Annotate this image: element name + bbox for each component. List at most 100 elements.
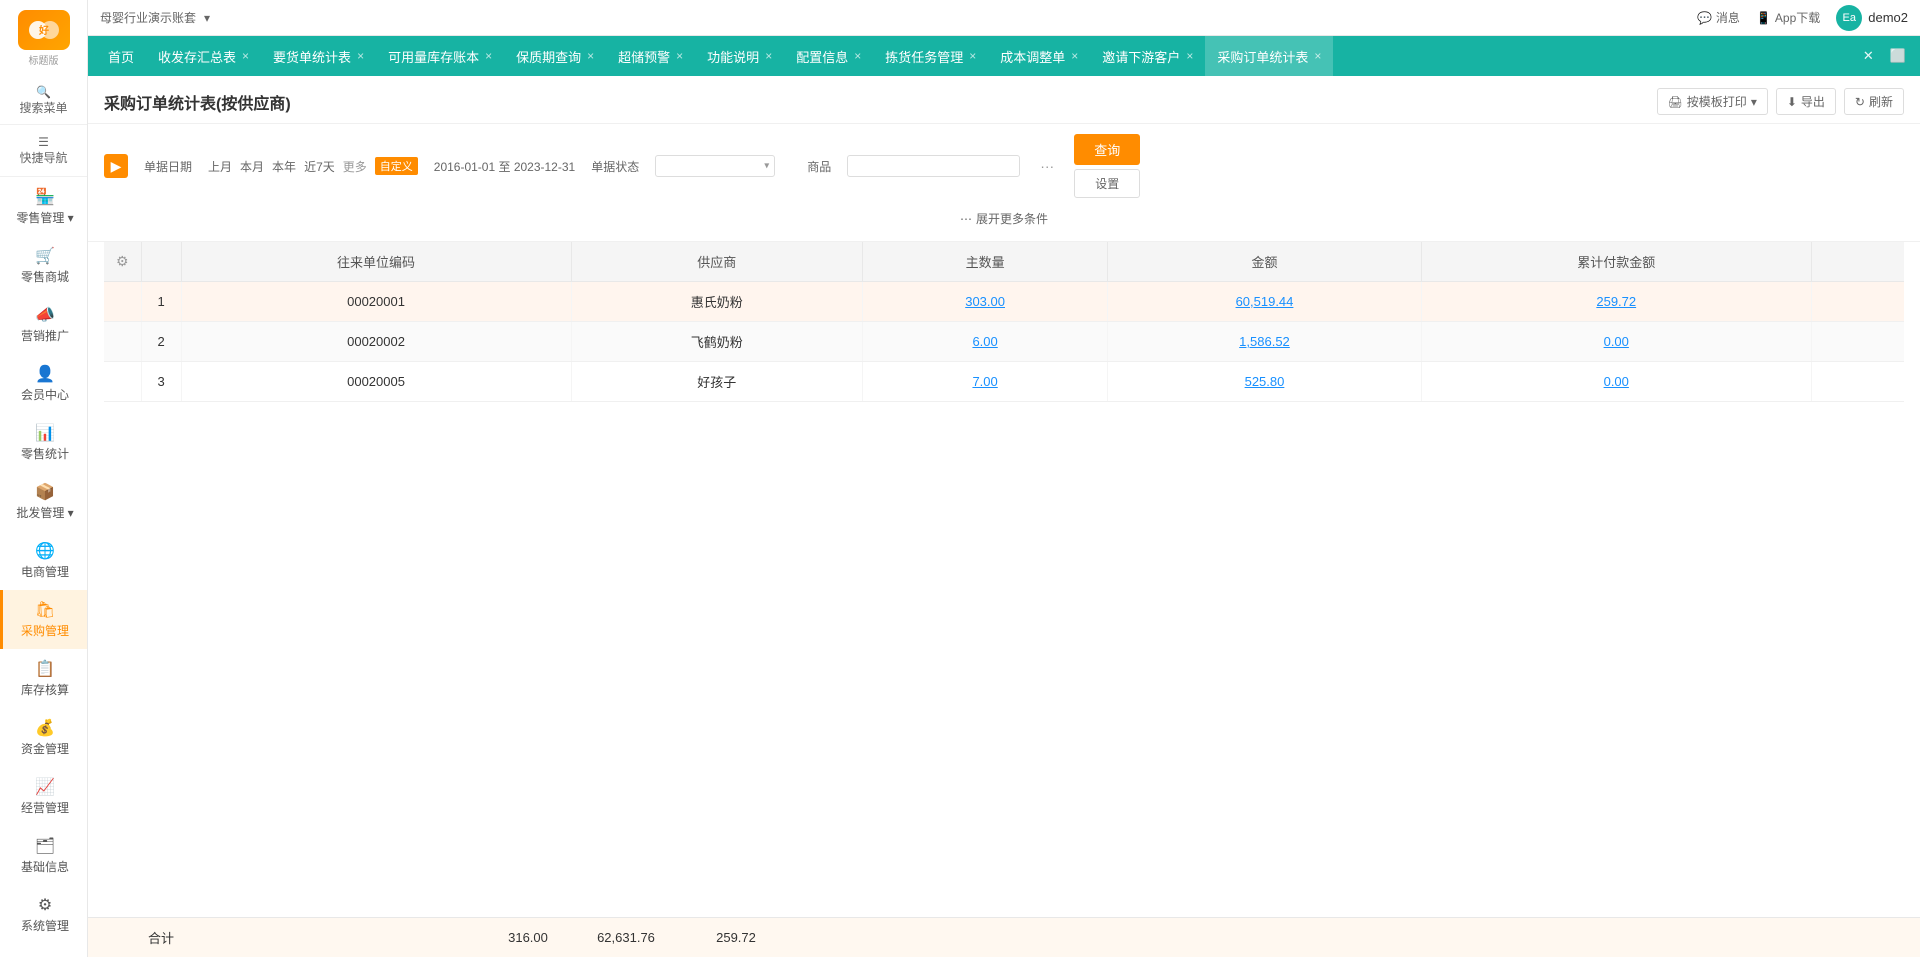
sidebar-item-retail-stats[interactable]: 📊 零售统计 xyxy=(0,413,87,472)
shortcut-this-year[interactable]: 本年 xyxy=(272,158,296,175)
row-supplier-code[interactable]: 00020001 xyxy=(181,282,571,322)
sidebar-item-retail-stats-label: 零售统计 xyxy=(21,445,69,462)
quick-nav-icon: ☰ xyxy=(38,135,49,149)
message-button[interactable]: 💬 消息 xyxy=(1697,9,1740,26)
cost-adjust-close[interactable]: × xyxy=(1071,49,1078,63)
user-avatar: Ea xyxy=(1836,5,1862,31)
table-row: 1 00020001 惠氏奶粉 303.00 60,519.44 259.72 xyxy=(104,282,1904,322)
function-close[interactable]: × xyxy=(765,49,772,63)
sidebar-item-capital[interactable]: 💰 资金管理 xyxy=(0,708,87,767)
purchase-summary-nav-label: 采购订单统计表 xyxy=(1217,47,1308,66)
filter-toggle-button[interactable]: ▶ xyxy=(104,154,128,178)
app-logo[interactable]: 好 标题版 xyxy=(0,0,87,77)
nav-item-receive-summary[interactable]: 收发存汇总表 × xyxy=(146,36,261,76)
inventory-icon: 📋 xyxy=(35,659,55,679)
shortcut-this-month[interactable]: 本月 xyxy=(240,158,264,175)
status-select[interactable] xyxy=(655,155,775,177)
row-paid[interactable]: 0.00 xyxy=(1421,322,1811,362)
shortcut-last-month[interactable]: 上月 xyxy=(208,158,232,175)
row-amount[interactable]: 1,586.52 xyxy=(1108,322,1422,362)
nav-item-available-stock[interactable]: 可用量库存账本 × xyxy=(376,36,504,76)
nav-item-config[interactable]: 配置信息 × xyxy=(784,36,873,76)
settings-button[interactable]: 设置 xyxy=(1074,169,1140,198)
data-table-area: ⚙ 往来单位编码 供应商 主数量 金额 累计付款金额 xyxy=(88,242,1920,917)
sidebar-item-wholesale-label: 批发管理 ▾ xyxy=(16,504,73,521)
goods-input[interactable] xyxy=(847,155,1020,177)
sidebar-item-ecommerce[interactable]: 🌐 电商管理 xyxy=(0,531,87,590)
quick-nav-button[interactable]: ☰ 快捷导航 xyxy=(0,129,87,172)
sidebar-item-purchase[interactable]: 🛍 采购管理 xyxy=(0,590,87,649)
sidebar-item-member-label: 会员中心 xyxy=(21,386,69,403)
search-icon: 🔍 xyxy=(36,85,51,99)
nav-item-cost-adjust[interactable]: 成本调整单 × xyxy=(988,36,1090,76)
sidebar-item-basic[interactable]: 🗂 基础信息 xyxy=(0,826,87,885)
row-amount[interactable]: 60,519.44 xyxy=(1108,282,1422,322)
nav-item-expiry[interactable]: 保质期查询 × xyxy=(504,36,606,76)
sidebar-item-ops-label: 经营管理 xyxy=(21,799,69,816)
nav-item-pick-task[interactable]: 拣货任务管理 × xyxy=(873,36,988,76)
message-icon: 💬 xyxy=(1697,11,1712,25)
purchase-summary-close[interactable]: × xyxy=(1314,49,1321,63)
row-qty[interactable]: 6.00 xyxy=(863,322,1108,362)
cost-adjust-label: 成本调整单 xyxy=(1000,47,1065,66)
home-label: 首页 xyxy=(108,47,134,66)
row-qty[interactable]: 7.00 xyxy=(863,362,1108,402)
sidebar-item-enterprise-collab[interactable]: 🤝 企业协同 xyxy=(0,944,87,957)
sidebar-item-system[interactable]: ⚙ 系统管理 xyxy=(0,885,87,944)
column-settings-icon[interactable]: ⚙ xyxy=(116,253,129,269)
table-footer: 合计 316.00 62,631.76 259.72 xyxy=(88,917,1920,957)
config-close[interactable]: × xyxy=(854,49,861,63)
shortcut-7days[interactable]: 近7天 xyxy=(304,158,335,175)
sidebar-item-member[interactable]: 👤 会员中心 xyxy=(0,354,87,413)
print-label: 按模板打印 xyxy=(1687,93,1747,110)
basic-icon: 🗂 xyxy=(35,836,55,856)
goods-summary-close[interactable]: × xyxy=(357,49,364,63)
footer-amount: 62,631.76 xyxy=(576,930,676,945)
goods-label: 商品 xyxy=(807,158,831,175)
info-bar: 母婴行业演示账套 ▾ 💬 消息 📱 App下载 Ea demo2 xyxy=(88,0,1920,36)
goods-more-button[interactable]: ··· xyxy=(1036,158,1058,174)
row-supplier-code[interactable]: 00020005 xyxy=(181,362,571,402)
nav-item-overstock[interactable]: 超储预警 × xyxy=(606,36,695,76)
nav-item-purchase-summary[interactable]: 采购订单统计表 × xyxy=(1205,36,1333,76)
print-button[interactable]: 🖨 按模板打印 ▾ xyxy=(1657,88,1768,115)
col-qty: 主数量 xyxy=(863,242,1108,282)
row-qty[interactable]: 303.00 xyxy=(863,282,1108,322)
shortcut-more[interactable]: 更多 xyxy=(343,158,367,175)
nav-item-home[interactable]: 首页 xyxy=(96,36,146,76)
nav-item-function[interactable]: 功能说明 × xyxy=(695,36,784,76)
row-supplier-code[interactable]: 00020002 xyxy=(181,322,571,362)
sidebar-item-inventory[interactable]: 📋 库存核算 xyxy=(0,649,87,708)
footer-qty: 316.00 xyxy=(480,930,576,945)
purchase-icon: 🛍 xyxy=(35,600,55,620)
user-profile[interactable]: Ea demo2 xyxy=(1836,5,1908,31)
pick-task-close[interactable]: × xyxy=(969,49,976,63)
refresh-button[interactable]: ↻ 刷新 xyxy=(1844,88,1904,115)
search-menu-button[interactable]: 🔍 搜索菜单 xyxy=(0,81,87,120)
sidebar-item-retail-manage[interactable]: 🏪 零售管理 ▾ xyxy=(0,177,87,236)
custom-date-badge[interactable]: 自定义 xyxy=(375,157,418,175)
invite-close[interactable]: × xyxy=(1186,49,1193,63)
nav-item-goods-summary[interactable]: 要货单统计表 × xyxy=(261,36,376,76)
row-paid[interactable]: 0.00 xyxy=(1421,362,1811,402)
sidebar-item-ops[interactable]: 📈 经营管理 xyxy=(0,767,87,826)
date-label: 单据日期 xyxy=(144,158,192,175)
search-button[interactable]: 查询 xyxy=(1074,134,1140,165)
expand-conditions-button[interactable]: ⋯ 展开更多条件 xyxy=(952,206,1056,231)
window-restore-button[interactable]: ⬜ xyxy=(1884,44,1912,68)
expiry-close[interactable]: × xyxy=(587,49,594,63)
export-button[interactable]: ⬇ 导出 xyxy=(1776,88,1836,115)
available-stock-close[interactable]: × xyxy=(485,49,492,63)
receive-summary-close[interactable]: × xyxy=(242,49,249,63)
nav-item-invite[interactable]: 邀请下游客户 × xyxy=(1090,36,1205,76)
sidebar-item-marketing[interactable]: 📣 营销推广 xyxy=(0,295,87,354)
overstock-close[interactable]: × xyxy=(676,49,683,63)
row-amount[interactable]: 525.80 xyxy=(1108,362,1422,402)
sidebar-item-retail-shop[interactable]: 🛒 零售商城 xyxy=(0,236,87,295)
window-close-button[interactable]: ✕ xyxy=(1857,44,1880,68)
retail-shop-icon: 🛒 xyxy=(35,246,55,266)
row-paid[interactable]: 259.72 xyxy=(1421,282,1811,322)
sidebar-item-wholesale[interactable]: 📦 批发管理 ▾ xyxy=(0,472,87,531)
refresh-label: 刷新 xyxy=(1869,93,1893,110)
app-download-button[interactable]: 📱 App下载 xyxy=(1756,9,1820,26)
